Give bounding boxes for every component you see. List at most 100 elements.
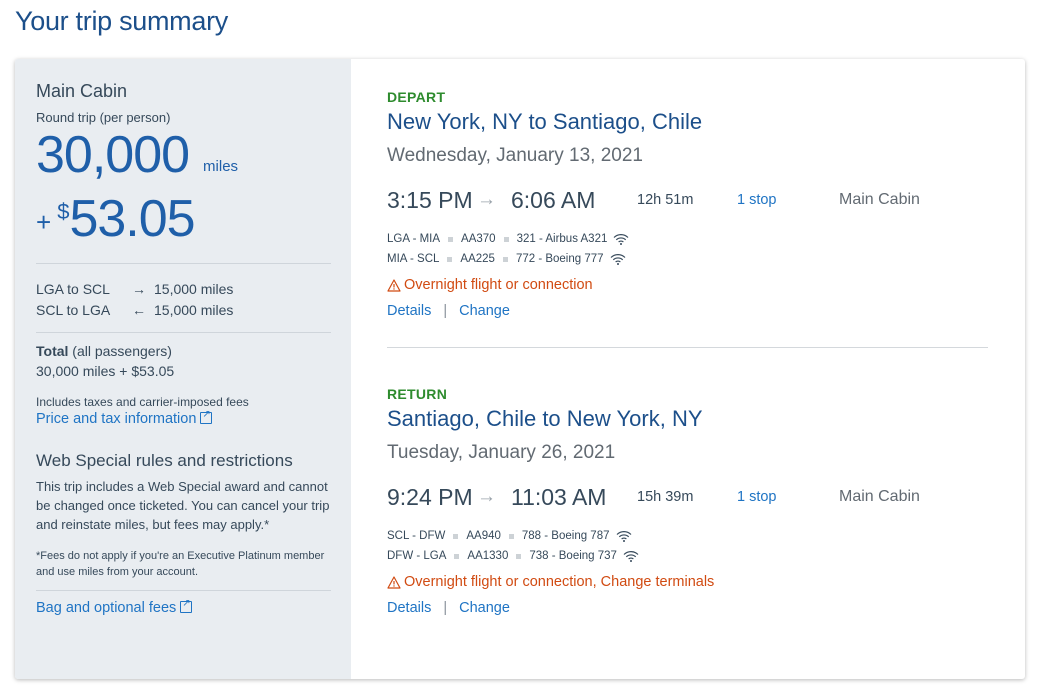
aircraft: 772 - Boeing 777 <box>515 253 604 265</box>
warning-icon <box>387 575 401 589</box>
aircraft: 321 - Airbus A321 <box>516 233 608 245</box>
cash-price: + $ 53.05 <box>36 191 331 247</box>
slice-depart: DEPART New York, NY to Santiago, Chile W… <box>387 89 989 319</box>
time-row: 9:24 PM → 11:03 AM 15h 39m 1 stop Main C… <box>387 482 989 512</box>
cash-plus: + <box>36 207 52 237</box>
duration: 15h 39m <box>637 489 694 505</box>
change-link[interactable]: Change <box>459 600 510 616</box>
leg-miles: 15,000 miles <box>154 301 234 318</box>
separator-dot <box>502 256 508 262</box>
separator-dot <box>448 236 454 242</box>
separator-dot <box>454 553 460 559</box>
stops-link[interactable]: 1 stop <box>737 489 839 505</box>
slice-actions: Details | Change <box>387 600 989 616</box>
itinerary-panel: DEPART New York, NY to Santiago, Chile W… <box>351 59 1025 679</box>
depart-time: 9:24 PM <box>387 483 473 510</box>
details-link[interactable]: Details <box>387 600 431 616</box>
external-link-icon <box>200 409 213 424</box>
page-title: Your trip summary <box>15 6 228 36</box>
warning-icon <box>387 278 401 292</box>
tax-note: Includes taxes and carrier-imposed fees <box>36 395 249 409</box>
flight-number: AA940 <box>466 530 501 542</box>
miles-price: 30,000 miles <box>36 127 331 181</box>
arrive-time: 6:06 AM <box>511 186 596 213</box>
miles-amount: 30,000 <box>36 126 190 184</box>
flight-number: AA1330 <box>467 550 509 562</box>
cash-amount: 53.05 <box>69 190 195 248</box>
segment-route: MIA - SCL <box>387 253 440 265</box>
wifi-icon <box>623 551 639 562</box>
leg-item: LGA to SCL → 15,000 miles <box>36 278 331 299</box>
external-link-icon <box>180 598 193 613</box>
aircraft: 738 - Boeing 737 <box>529 550 617 562</box>
leg-route: LGA to SCL <box>36 280 110 297</box>
wifi-icon <box>610 254 625 265</box>
segment-item: LGA - MIA AA370 321 - Airbus A321 <box>387 229 989 249</box>
arrive-time: 11:03 AM <box>511 483 607 510</box>
total-section: Total (all passengers) 30,000 miles + $5… <box>36 333 331 427</box>
separator-dot <box>503 236 509 242</box>
aircraft: 788 - Boeing 787 <box>521 530 610 542</box>
flight-number: AA370 <box>461 233 496 245</box>
details-link[interactable]: Details <box>387 303 431 319</box>
duration: 12h 51m <box>637 192 694 208</box>
arrow-right-icon: → <box>132 280 146 297</box>
segment-item: DFW - LGA AA1330 738 - Boeing 737 <box>387 546 989 566</box>
segment-route: LGA - MIA <box>387 233 441 245</box>
arrow-right-icon: → <box>477 189 496 210</box>
arrow-left-icon: ← <box>132 301 146 318</box>
separator-dot <box>516 553 522 559</box>
cabin-class: Main Cabin <box>839 488 920 505</box>
total-label: Total <box>36 343 69 359</box>
time-row: 3:15 PM → 6:06 AM 12h 51m 1 stop Main Ca… <box>387 185 989 215</box>
cabin-class: Main Cabin <box>839 191 920 208</box>
arrow-right-icon: → <box>477 486 496 507</box>
flight-number: AA225 <box>460 253 495 265</box>
wifi-icon <box>613 234 629 245</box>
divider <box>36 590 331 591</box>
depart-time: 3:15 PM <box>387 186 473 213</box>
segment-route: SCL - DFW <box>387 530 446 542</box>
separator-dot <box>447 256 453 262</box>
leg-miles-list: LGA to SCL → 15,000 miles SCL to LGA ← 1… <box>36 264 331 332</box>
separator: | <box>443 600 448 616</box>
slice-actions: Details | Change <box>387 303 989 319</box>
total-qualifier: (all passengers) <box>72 343 172 359</box>
slice-route: New York, NY to Santiago, Chile <box>387 109 703 134</box>
warning-text: Overnight flight or connection <box>404 277 593 293</box>
warning-text: Overnight flight or connection, Change t… <box>404 574 715 590</box>
segment-route: DFW - LGA <box>387 550 447 562</box>
segment-item: MIA - SCL AA225 772 - Boeing 777 <box>387 249 989 269</box>
rules-body: This trip includes a Web Special award a… <box>36 479 330 532</box>
slice-divider <box>387 347 988 348</box>
warning-message: Overnight flight or connection, Change t… <box>387 574 989 590</box>
bag-fees-label: Bag and optional fees <box>36 600 177 616</box>
slice-label: RETURN <box>387 386 448 402</box>
segment-list: SCL - DFW AA940 788 - Boeing 787 DFW - L… <box>387 526 989 566</box>
separator-dot <box>508 533 514 539</box>
segment-item: SCL - DFW AA940 788 - Boeing 787 <box>387 526 989 546</box>
rules-note: *Fees do not apply if you're an Executiv… <box>36 550 325 578</box>
stops-link[interactable]: 1 stop <box>737 192 839 208</box>
slice-date: Tuesday, January 26, 2021 <box>387 442 616 463</box>
slice-label: DEPART <box>387 89 446 105</box>
trip-summary-card: Main Cabin Round trip (per person) 30,00… <box>15 59 1025 679</box>
price-tax-info-label: Price and tax information <box>36 411 197 427</box>
separator-dot <box>453 533 459 539</box>
price-tax-info-link[interactable]: Price and tax information <box>36 409 213 427</box>
leg-route: SCL to LGA <box>36 301 111 318</box>
wifi-icon <box>616 531 631 542</box>
slice-date: Wednesday, January 13, 2021 <box>387 145 643 166</box>
miles-unit: miles <box>203 158 239 175</box>
bag-fees-link[interactable]: Bag and optional fees <box>36 598 193 616</box>
cash-currency: $ <box>57 199 70 224</box>
rules-title: Web Special rules and restrictions <box>36 451 293 470</box>
change-link[interactable]: Change <box>459 303 510 319</box>
price-summary-panel: Main Cabin Round trip (per person) 30,00… <box>15 59 351 679</box>
slice-route: Santiago, Chile to New York, NY <box>387 406 703 431</box>
separator: | <box>443 303 448 319</box>
warning-message: Overnight flight or connection <box>387 277 989 293</box>
leg-item: SCL to LGA ← 15,000 miles <box>36 299 331 320</box>
trip-type: Round trip (per person) <box>36 110 171 125</box>
leg-miles: 15,000 miles <box>154 280 234 297</box>
